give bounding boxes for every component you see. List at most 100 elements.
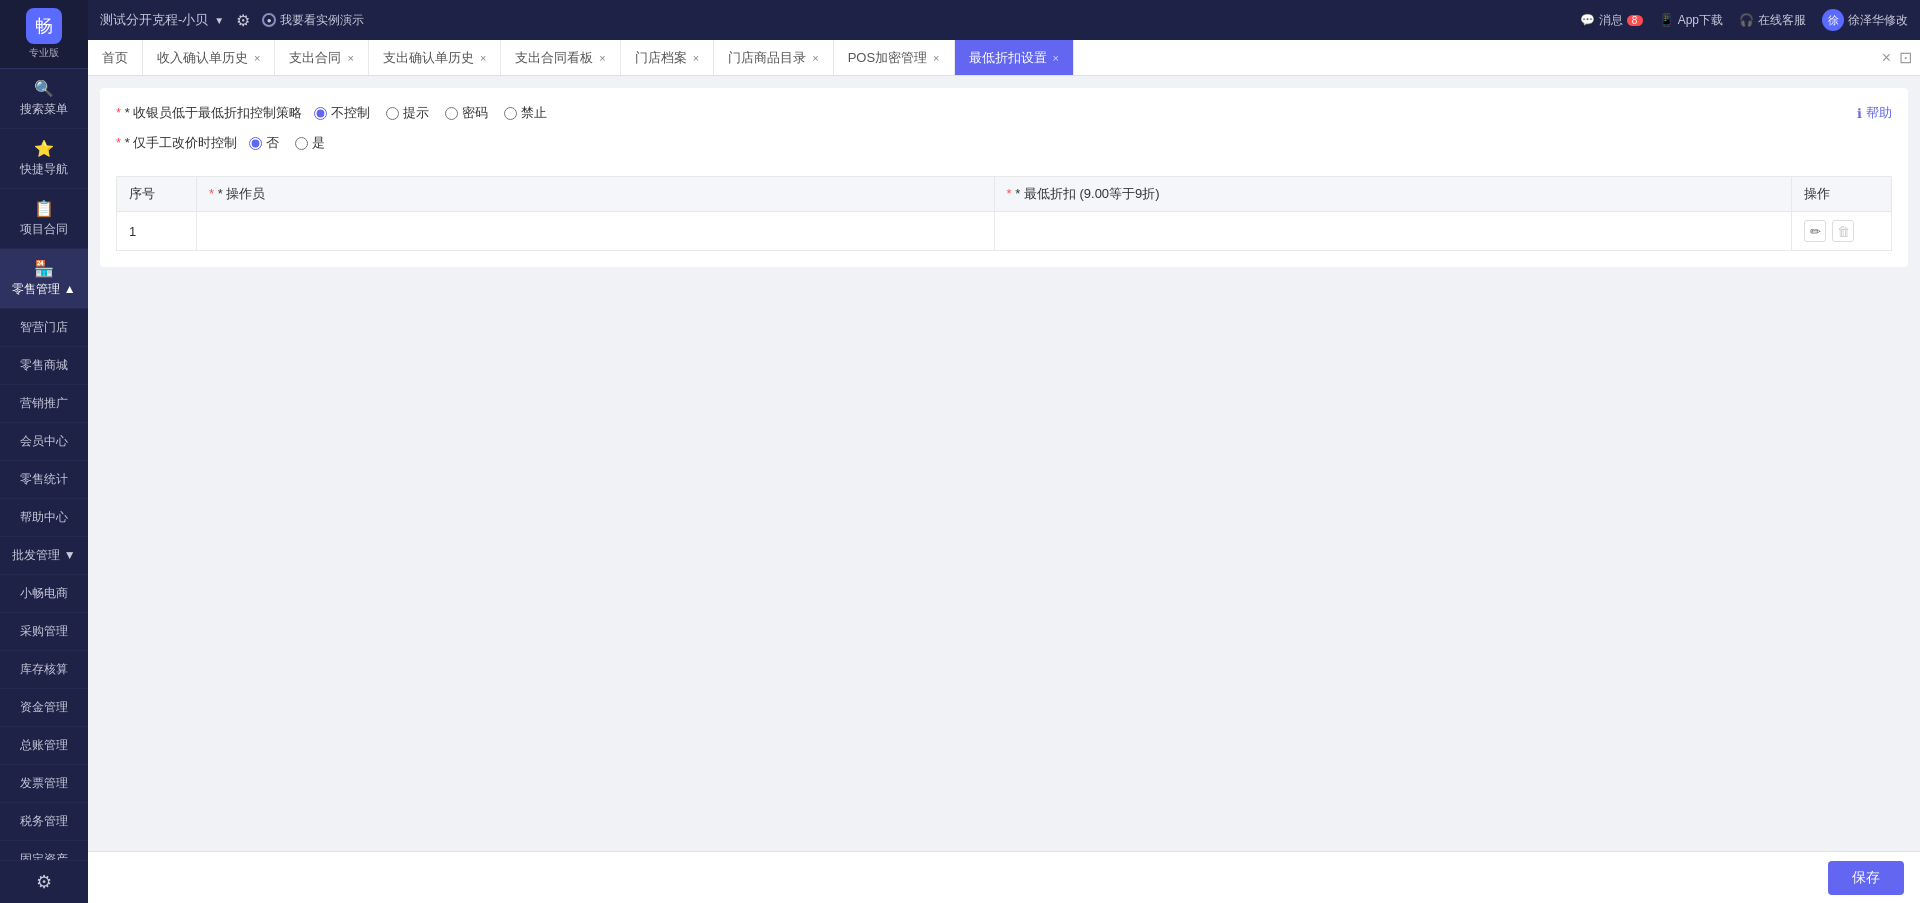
tab-store-archive[interactable]: 门店档案 × — [621, 40, 714, 75]
message-icon: 💬 — [1580, 13, 1595, 27]
sidebar-item-ledger[interactable]: 总账管理 — [0, 727, 88, 765]
tabbar-close-btn[interactable]: × — [1882, 49, 1891, 67]
row-edit-btn[interactable]: ✏ — [1804, 220, 1826, 242]
sidebar-item-member[interactable]: 会员中心 — [0, 423, 88, 461]
page-card: * 收银员低于最低折扣控制策略 不控制 提示 密码 — [100, 88, 1908, 267]
tab-store-catalog-close[interactable]: × — [812, 52, 818, 64]
sidebar-item-retailstat-label: 零售统计 — [20, 471, 68, 488]
tab-store-catalog[interactable]: 门店商品目录 × — [714, 40, 833, 75]
sidebar-item-purchase[interactable]: 采购管理 — [0, 613, 88, 651]
radio-yes-label: 是 — [312, 134, 325, 152]
tab-expense-board[interactable]: 支出合同看板 × — [501, 40, 620, 75]
radio-no-control-input[interactable] — [314, 107, 327, 120]
main-area: 测试分开克程-小贝 ▼ ⚙ ● 我要看实例演示 💬 消息 8 📱 App下载 🎧… — [88, 0, 1920, 903]
sidebar-item-finance[interactable]: 资金管理 — [0, 689, 88, 727]
app-logo-icon: 畅 — [26, 8, 62, 44]
sidebar-item-quicknav[interactable]: ⭐ 快捷导航 — [0, 129, 88, 189]
topbar-appdownload-btn[interactable]: 📱 App下载 — [1659, 12, 1723, 29]
save-button[interactable]: 保存 — [1828, 861, 1904, 895]
topbar-project-selector[interactable]: 测试分开克程-小贝 ▼ — [100, 11, 224, 29]
sidebar-menu: 🔍 搜索菜单 ⭐ 快捷导航 📋 项目合同 🏪 零售管理 ▲ 智营门店 零售商城 … — [0, 69, 88, 860]
topbar-service-btn[interactable]: 🎧 在线客服 — [1739, 12, 1806, 29]
sidebar-item-retailmall[interactable]: 零售商城 — [0, 347, 88, 385]
sidebar-item-contract-label: 项目合同 — [20, 221, 68, 238]
sidebar-item-wholesale[interactable]: 批发管理 ▼ — [0, 537, 88, 575]
topbar-appdownload-label: App下载 — [1678, 12, 1723, 29]
sidebar-item-retail[interactable]: 🏪 零售管理 ▲ — [0, 249, 88, 309]
help-label: 帮助 — [1866, 104, 1892, 122]
tab-pos-encrypt[interactable]: POS加密管理 × — [834, 40, 955, 75]
tab-pos-encrypt-close[interactable]: × — [933, 52, 939, 64]
row-delete-btn[interactable]: 🗑 — [1832, 220, 1854, 242]
manual-control-label: * 仅手工改价时控制 — [116, 134, 237, 152]
radio-ban-input[interactable] — [504, 107, 517, 120]
sidebar: 畅 专业版 🔍 搜索菜单 ⭐ 快捷导航 📋 项目合同 🏪 零售管理 ▲ 智营门店… — [0, 0, 88, 903]
cell-discount[interactable] — [994, 212, 1792, 251]
tab-expense-board-label: 支出合同看板 — [515, 49, 593, 67]
tab-min-discount[interactable]: 最低折扣设置 × — [955, 40, 1074, 75]
tab-expense-contract-close[interactable]: × — [347, 52, 353, 64]
cell-index: 1 — [117, 212, 197, 251]
topbar-demo-label: 我要看实例演示 — [280, 12, 364, 29]
cell-actions: ✏ 🗑 — [1792, 212, 1892, 251]
sidebar-item-tax[interactable]: 税务管理 — [0, 803, 88, 841]
topbar-demo-btn[interactable]: ● 我要看实例演示 — [262, 12, 364, 29]
sidebar-item-inventory[interactable]: 库存核算 — [0, 651, 88, 689]
tab-store-archive-label: 门店档案 — [635, 49, 687, 67]
tab-home[interactable]: 首页 — [88, 40, 143, 75]
tab-min-discount-close[interactable]: × — [1053, 52, 1059, 64]
help-link[interactable]: ℹ 帮助 — [1857, 104, 1892, 122]
sidebar-item-marketing[interactable]: 营销推广 — [0, 385, 88, 423]
sidebar-item-ledger-label: 总账管理 — [20, 737, 68, 754]
discount-input[interactable] — [1007, 224, 1780, 239]
sidebar-item-retailstat[interactable]: 零售统计 — [0, 461, 88, 499]
radio-hint-label: 提示 — [403, 104, 429, 122]
sidebar-item-smartstore[interactable]: 智营门店 — [0, 309, 88, 347]
tab-expense-history-close[interactable]: × — [480, 52, 486, 64]
sidebar-item-help[interactable]: 帮助中心 — [0, 499, 88, 537]
tab-expense-history[interactable]: 支出确认单历史 × — [369, 40, 501, 75]
topbar-message-btn[interactable]: 💬 消息 8 — [1580, 12, 1643, 29]
sidebar-item-contract[interactable]: 📋 项目合同 — [0, 189, 88, 249]
retail-icon: 🏪 — [34, 259, 54, 278]
tab-store-catalog-label: 门店商品目录 — [728, 49, 806, 67]
radio-no-input[interactable] — [249, 137, 262, 150]
manual-control-row: * 仅手工改价时控制 否 是 — [116, 134, 1892, 152]
sidebar-item-invoice[interactable]: 发票管理 — [0, 765, 88, 803]
sidebar-item-finance-label: 资金管理 — [20, 699, 68, 716]
radio-no-control-label: 不控制 — [331, 104, 370, 122]
topbar-message-label: 消息 — [1599, 12, 1623, 29]
radio-password[interactable]: 密码 — [445, 104, 488, 122]
user-avatar-icon: 徐 — [1822, 9, 1844, 31]
radio-yes[interactable]: 是 — [295, 134, 325, 152]
radio-no[interactable]: 否 — [249, 134, 279, 152]
radio-no-control[interactable]: 不控制 — [314, 104, 370, 122]
operator-input[interactable] — [209, 224, 982, 239]
tab-expense-board-close[interactable]: × — [599, 52, 605, 64]
content-area: * 收银员低于最低折扣控制策略 不控制 提示 密码 — [88, 76, 1920, 851]
radio-hint[interactable]: 提示 — [386, 104, 429, 122]
settings-icon[interactable]: ⚙ — [36, 871, 52, 893]
sidebar-item-search[interactable]: 🔍 搜索菜单 — [0, 69, 88, 129]
tab-income-history-close[interactable]: × — [254, 52, 260, 64]
sidebar-item-assets[interactable]: 固定资产 — [0, 841, 88, 860]
topbar-settings-btn[interactable]: ⚙ — [236, 11, 250, 30]
sidebar-item-retailmall-label: 零售商城 — [20, 357, 68, 374]
radio-ban[interactable]: 禁止 — [504, 104, 547, 122]
tab-expense-contract[interactable]: 支出合同 × — [275, 40, 368, 75]
sidebar-item-invoice-label: 发票管理 — [20, 775, 68, 792]
row-actions: ✏ 🗑 — [1804, 220, 1879, 242]
radio-password-input[interactable] — [445, 107, 458, 120]
tab-store-archive-close[interactable]: × — [693, 52, 699, 64]
topbar-user-btn[interactable]: 徐 徐泽华修改 — [1822, 9, 1908, 31]
sidebar-item-ecommerce[interactable]: 小畅电商 — [0, 575, 88, 613]
tab-income-history[interactable]: 收入确认单历史 × — [143, 40, 275, 75]
cell-operator[interactable] — [197, 212, 995, 251]
cashier-control-row: * 收银员低于最低折扣控制策略 不控制 提示 密码 — [116, 104, 1892, 122]
sidebar-item-member-label: 会员中心 — [20, 433, 68, 450]
app-edition-label: 专业版 — [29, 46, 59, 60]
tabbar-expand-btn[interactable]: ⊡ — [1899, 48, 1912, 67]
tab-expense-history-label: 支出确认单历史 — [383, 49, 474, 67]
radio-yes-input[interactable] — [295, 137, 308, 150]
radio-hint-input[interactable] — [386, 107, 399, 120]
